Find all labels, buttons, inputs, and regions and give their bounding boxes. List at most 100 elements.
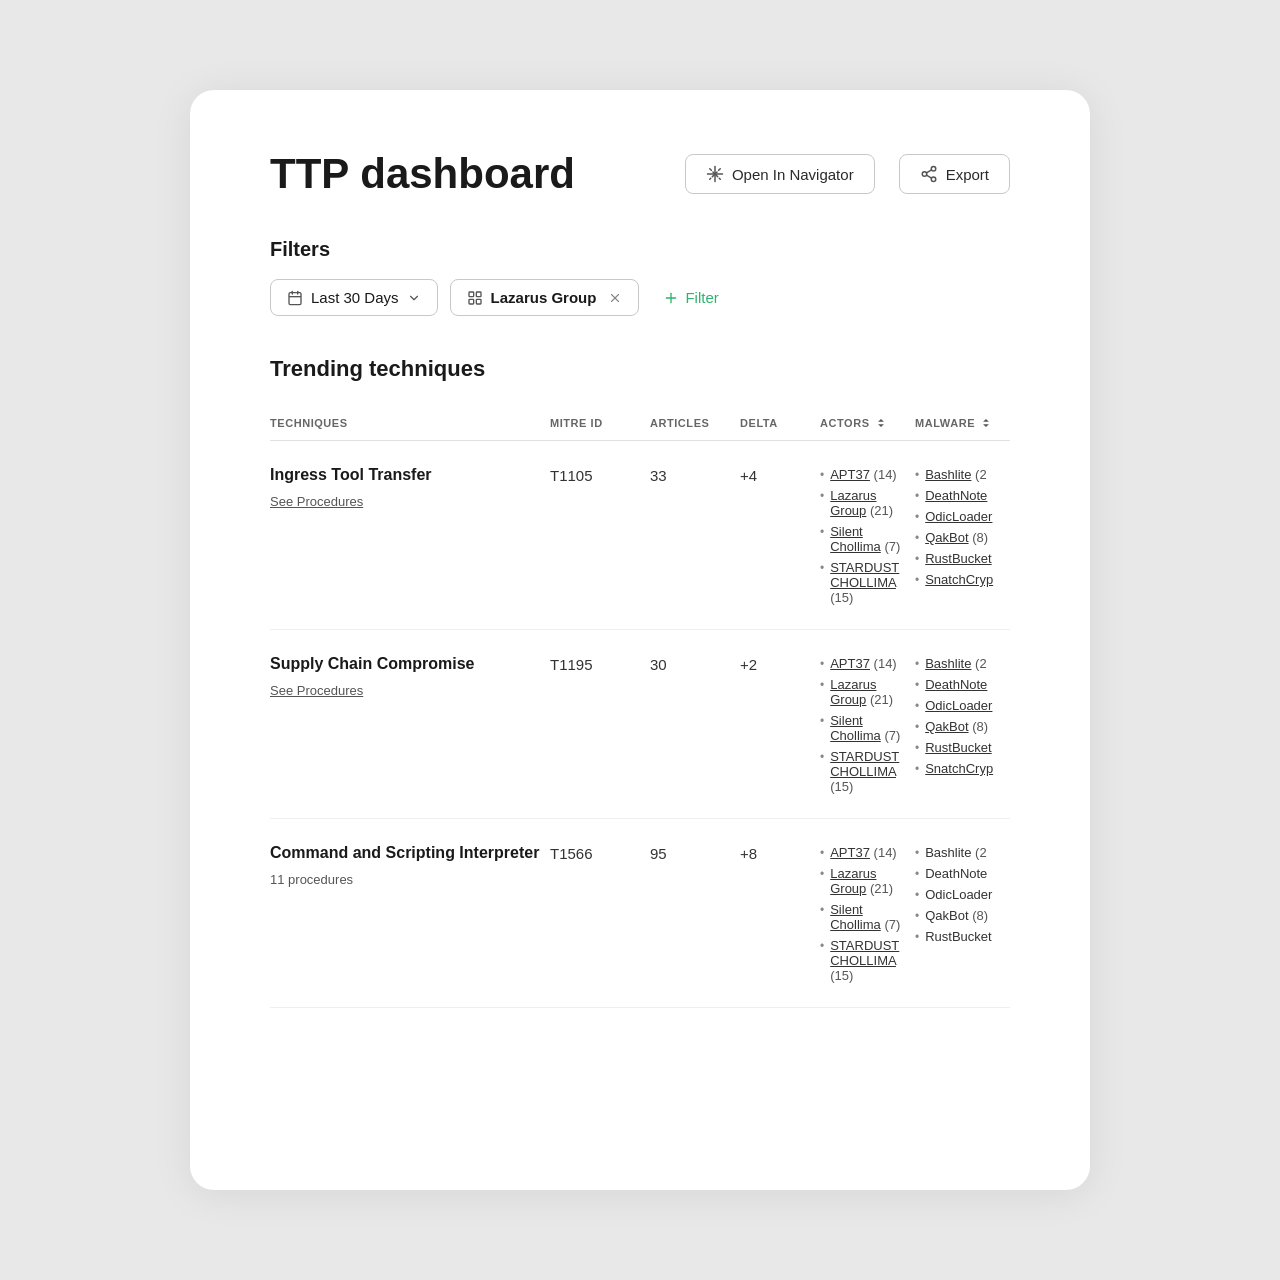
actors-sort-icon[interactable] (874, 416, 888, 430)
technique-name: Ingress Tool Transfer (270, 465, 550, 486)
col-actors: Actors (820, 416, 915, 430)
malware-link[interactable]: SnatchCryp (925, 761, 993, 776)
navigator-icon (706, 165, 724, 183)
technique-name-col: Supply Chain Compromise See Procedures (270, 654, 550, 699)
svg-line-8 (926, 170, 931, 173)
list-item: • QakBot (8) (915, 908, 1010, 923)
col-mitre-id: Mitre ID (550, 416, 650, 430)
technique-name: Command and Scripting Interpreter (270, 843, 550, 864)
svg-point-4 (931, 167, 936, 172)
actor-link[interactable]: Silent Chollima (830, 713, 881, 743)
procedures-count-link[interactable]: 11 procedures (270, 872, 353, 887)
malware-link[interactable]: Bashlite (925, 656, 971, 671)
list-item: • Silent Chollima (7) (820, 524, 915, 554)
list-item: • RustBucket (915, 740, 1010, 755)
remove-group-filter-icon[interactable] (608, 291, 622, 305)
actor-link[interactable]: STARDUST CHOLLIMA (830, 749, 899, 779)
export-icon (920, 165, 938, 183)
group-filter[interactable]: Lazarus Group (450, 279, 640, 316)
add-filter-button[interactable]: Filter (651, 280, 730, 315)
list-item: • SnatchCryp (915, 761, 1010, 776)
malware-link[interactable]: OdicLoader (925, 698, 992, 713)
actor-link[interactable]: APT37 (830, 467, 870, 482)
svg-rect-14 (476, 292, 481, 297)
list-item: • STARDUST CHOLLIMA (15) (820, 749, 915, 794)
list-item: • OdicLoader (915, 698, 1010, 713)
list-item: • Bashlite (2 (915, 845, 1010, 860)
list-item: • APT37 (14) (820, 845, 915, 860)
techniques-table: Techniques Mitre ID Articles Delta Actor… (270, 406, 1010, 1008)
delta-value: +2 (740, 654, 820, 673)
malware-link[interactable]: DeathNote (925, 677, 987, 692)
delta-value: +8 (740, 843, 820, 862)
list-item: • Lazarus Group (21) (820, 488, 915, 518)
malware-sort-icon[interactable] (979, 416, 993, 430)
malware-list: • Bashlite (2 • DeathNote • OdicLoader •… (915, 654, 1010, 776)
malware-list: • Bashlite (2 • DeathNote • OdicLoader •… (915, 465, 1010, 587)
header-row: TTP dashboard Open In Navigator Export (270, 150, 1010, 198)
list-item: • DeathNote (915, 488, 1010, 503)
list-item: • Lazarus Group (21) (820, 677, 915, 707)
list-item: • QakBot (8) (915, 719, 1010, 734)
svg-point-5 (922, 172, 927, 177)
list-item: • OdicLoader (915, 887, 1010, 902)
malware-link[interactable]: DeathNote (925, 488, 987, 503)
col-malware: Malware (915, 416, 1010, 430)
plus-icon (663, 290, 679, 306)
svg-rect-16 (476, 299, 481, 304)
see-procedures-link[interactable]: See Procedures (270, 683, 363, 698)
mitre-id: T1195 (550, 654, 650, 673)
list-item: • Bashlite (2 (915, 467, 1010, 482)
svg-rect-13 (469, 292, 474, 297)
table-row: Supply Chain Compromise See Procedures T… (270, 630, 1010, 819)
list-item: • SnatchCryp (915, 572, 1010, 587)
malware-name: Bashlite (925, 845, 971, 860)
actor-link[interactable]: APT37 (830, 656, 870, 671)
add-filter-label: Filter (685, 289, 718, 306)
calendar-icon (287, 290, 303, 306)
export-button[interactable]: Export (899, 154, 1010, 194)
date-range-filter[interactable]: Last 30 Days (270, 279, 438, 316)
list-item: • OdicLoader (915, 509, 1010, 524)
group-icon (467, 290, 483, 306)
list-item: • STARDUST CHOLLIMA (15) (820, 938, 915, 983)
trending-section: Trending techniques Techniques Mitre ID … (270, 356, 1010, 1008)
list-item: • Silent Chollima (7) (820, 902, 915, 932)
list-item: • DeathNote (915, 866, 1010, 881)
col-articles: Articles (650, 416, 740, 430)
malware-link[interactable]: RustBucket (925, 740, 991, 755)
malware-link[interactable]: RustBucket (925, 551, 991, 566)
svg-rect-15 (469, 299, 474, 304)
table-row: Command and Scripting Interpreter 11 pro… (270, 819, 1010, 1008)
col-techniques: Techniques (270, 416, 550, 430)
filters-label: Filters (270, 238, 1010, 261)
open-navigator-label: Open In Navigator (732, 166, 854, 183)
actor-link[interactable]: Silent Chollima (830, 524, 881, 554)
mitre-id: T1566 (550, 843, 650, 862)
col-delta: Delta (740, 416, 820, 430)
malware-link[interactable]: QakBot (925, 719, 968, 734)
see-procedures-link[interactable]: See Procedures (270, 494, 363, 509)
list-item: • APT37 (14) (820, 467, 915, 482)
open-navigator-button[interactable]: Open In Navigator (685, 154, 875, 194)
malware-name: DeathNote (925, 866, 987, 881)
list-item: • RustBucket (915, 551, 1010, 566)
table-header: Techniques Mitre ID Articles Delta Actor… (270, 406, 1010, 441)
articles-count: 95 (650, 843, 740, 862)
actor-link[interactable]: APT37 (830, 845, 870, 860)
actor-link[interactable]: STARDUST CHOLLIMA (830, 560, 899, 590)
list-item: • Lazarus Group (21) (820, 866, 915, 896)
actor-link[interactable]: Silent Chollima (830, 902, 881, 932)
articles-count: 30 (650, 654, 740, 673)
list-item: • Bashlite (2 (915, 656, 1010, 671)
malware-link[interactable]: QakBot (925, 530, 968, 545)
malware-link[interactable]: SnatchCryp (925, 572, 993, 587)
malware-link[interactable]: OdicLoader (925, 509, 992, 524)
actor-link[interactable]: STARDUST CHOLLIMA (830, 938, 899, 968)
table-row: Ingress Tool Transfer See Procedures T11… (270, 441, 1010, 630)
actors-list: • APT37 (14) • Lazarus Group (21) • Sile… (820, 654, 915, 794)
group-filter-label: Lazarus Group (491, 289, 597, 306)
mitre-id: T1105 (550, 465, 650, 484)
malware-name: OdicLoader (925, 887, 992, 902)
malware-link[interactable]: Bashlite (925, 467, 971, 482)
